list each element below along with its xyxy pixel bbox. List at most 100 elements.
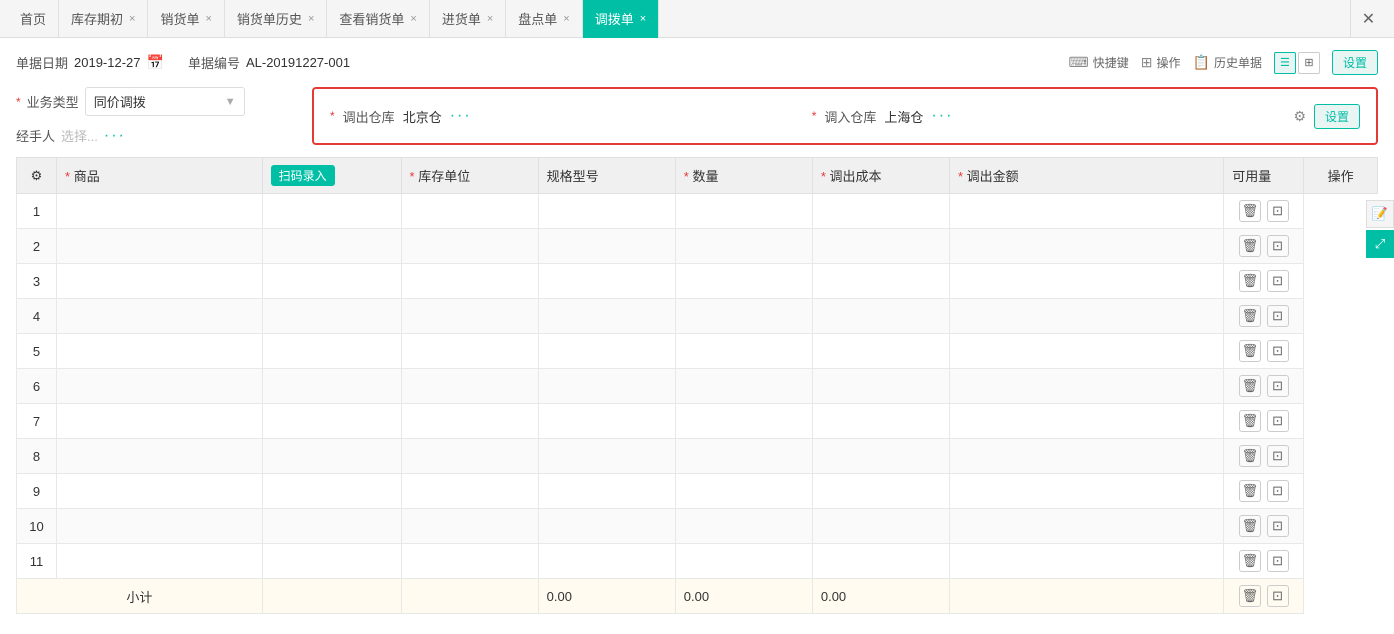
warehouse-settings-button[interactable]: 设置 [1314,104,1360,129]
shortcuts-button[interactable]: ⌨ 快捷键 [1069,54,1129,71]
spec-cell-10[interactable] [401,509,538,544]
cost-cell-3[interactable] [675,264,812,299]
unit-cell-8[interactable] [262,439,401,474]
business-type-select[interactable]: 同价调拨 ▼ [85,87,245,116]
amount-cell-3[interactable] [812,264,949,299]
copy-icon-10[interactable]: ⊡ [1267,515,1289,537]
spec-cell-8[interactable] [401,439,538,474]
target-warehouse-value[interactable]: 上海仓 [884,107,923,126]
qty-cell-9[interactable] [538,474,675,509]
qty-cell-1[interactable] [538,194,675,229]
copy-icon-9[interactable]: ⊡ [1267,480,1289,502]
available-cell-7[interactable] [949,404,1223,439]
cost-cell-4[interactable] [675,299,812,334]
unit-cell-4[interactable] [262,299,401,334]
cost-cell-1[interactable] [675,194,812,229]
tab-purchase[interactable]: 进货单 × [430,0,506,38]
product-cell-4[interactable] [57,299,263,334]
person-more-button[interactable]: ··· [104,127,126,145]
delete-icon-9[interactable]: 🗑 [1239,480,1261,502]
available-cell-9[interactable] [949,474,1223,509]
product-cell-3[interactable] [57,264,263,299]
amount-cell-2[interactable] [812,229,949,264]
amount-cell-5[interactable] [812,334,949,369]
float-expand-button[interactable]: ⤢ [1366,230,1394,258]
delete-icon-3[interactable]: 🗑 [1239,270,1261,292]
spec-cell-5[interactable] [401,334,538,369]
product-cell-11[interactable] [57,544,263,579]
close-tab-view-sales[interactable]: × [410,13,416,25]
th-gear[interactable]: ⚙ [17,158,57,194]
cost-cell-6[interactable] [675,369,812,404]
delete-icon-5[interactable]: 🗑 [1239,340,1261,362]
amount-cell-10[interactable] [812,509,949,544]
spec-cell-2[interactable] [401,229,538,264]
cost-cell-8[interactable] [675,439,812,474]
layout-grid-icon[interactable]: ⊞ [1298,52,1320,74]
delete-icon-10[interactable]: 🗑 [1239,515,1261,537]
available-cell-3[interactable] [949,264,1223,299]
copy-icon-5[interactable]: ⊡ [1267,340,1289,362]
subtotal-copy-icon[interactable]: ⊡ [1267,585,1289,607]
available-cell-4[interactable] [949,299,1223,334]
product-cell-7[interactable] [57,404,263,439]
close-all-tabs-button[interactable]: ✕ [1350,0,1386,38]
copy-icon-2[interactable]: ⊡ [1267,235,1289,257]
delete-icon-7[interactable]: 🗑 [1239,410,1261,432]
tab-sales-order[interactable]: 销货单 × [148,0,224,38]
close-tab-transfer[interactable]: × [640,13,646,25]
delete-icon-4[interactable]: 🗑 [1239,305,1261,327]
spec-cell-1[interactable] [401,194,538,229]
spec-cell-7[interactable] [401,404,538,439]
product-cell-6[interactable] [57,369,263,404]
close-tab-purchase[interactable]: × [487,13,493,25]
unit-cell-10[interactable] [262,509,401,544]
close-tab-sales-history[interactable]: × [308,13,314,25]
unit-cell-6[interactable] [262,369,401,404]
copy-icon-11[interactable]: ⊡ [1267,550,1289,572]
copy-icon-8[interactable]: ⊡ [1267,445,1289,467]
qty-cell-4[interactable] [538,299,675,334]
cost-cell-7[interactable] [675,404,812,439]
qty-cell-10[interactable] [538,509,675,544]
qty-cell-6[interactable] [538,369,675,404]
scan-button[interactable]: 扫码录入 [271,165,335,186]
tab-sales-history[interactable]: 销货单历史 × [225,0,327,38]
available-cell-11[interactable] [949,544,1223,579]
delete-icon-1[interactable]: 🗑 [1239,200,1261,222]
product-cell-10[interactable] [57,509,263,544]
amount-cell-11[interactable] [812,544,949,579]
date-value[interactable]: 2019-12-27 [74,55,141,70]
calendar-icon[interactable]: 📅 [147,54,164,71]
unit-cell-7[interactable] [262,404,401,439]
tab-transfer[interactable]: 调拨单 × [583,0,659,38]
unit-cell-1[interactable] [262,194,401,229]
qty-cell-8[interactable] [538,439,675,474]
product-cell-5[interactable] [57,334,263,369]
available-cell-8[interactable] [949,439,1223,474]
available-cell-5[interactable] [949,334,1223,369]
copy-icon-1[interactable]: ⊡ [1267,200,1289,222]
product-cell-8[interactable] [57,439,263,474]
qty-cell-3[interactable] [538,264,675,299]
close-tab-inventory-init[interactable]: × [129,13,135,25]
amount-cell-1[interactable] [812,194,949,229]
tab-view-sales[interactable]: 查看销货单 × [327,0,429,38]
source-warehouse-value[interactable]: 北京仓 [403,107,442,126]
history-button[interactable]: 📋 历史单据 [1193,54,1262,71]
layout-list-icon[interactable]: ☰ [1274,52,1296,74]
delete-icon-11[interactable]: 🗑 [1239,550,1261,572]
target-warehouse-more-button[interactable]: ··· [931,107,953,125]
delete-icon-6[interactable]: 🗑 [1239,375,1261,397]
product-cell-1[interactable] [57,194,263,229]
unit-cell-5[interactable] [262,334,401,369]
cost-cell-10[interactable] [675,509,812,544]
close-tab-stocktake[interactable]: × [563,13,569,25]
amount-cell-6[interactable] [812,369,949,404]
tab-home[interactable]: 首页 [8,0,59,38]
available-cell-1[interactable] [949,194,1223,229]
subtotal-delete-icon[interactable]: 🗑 [1239,585,1261,607]
available-cell-6[interactable] [949,369,1223,404]
available-cell-2[interactable] [949,229,1223,264]
spec-cell-4[interactable] [401,299,538,334]
